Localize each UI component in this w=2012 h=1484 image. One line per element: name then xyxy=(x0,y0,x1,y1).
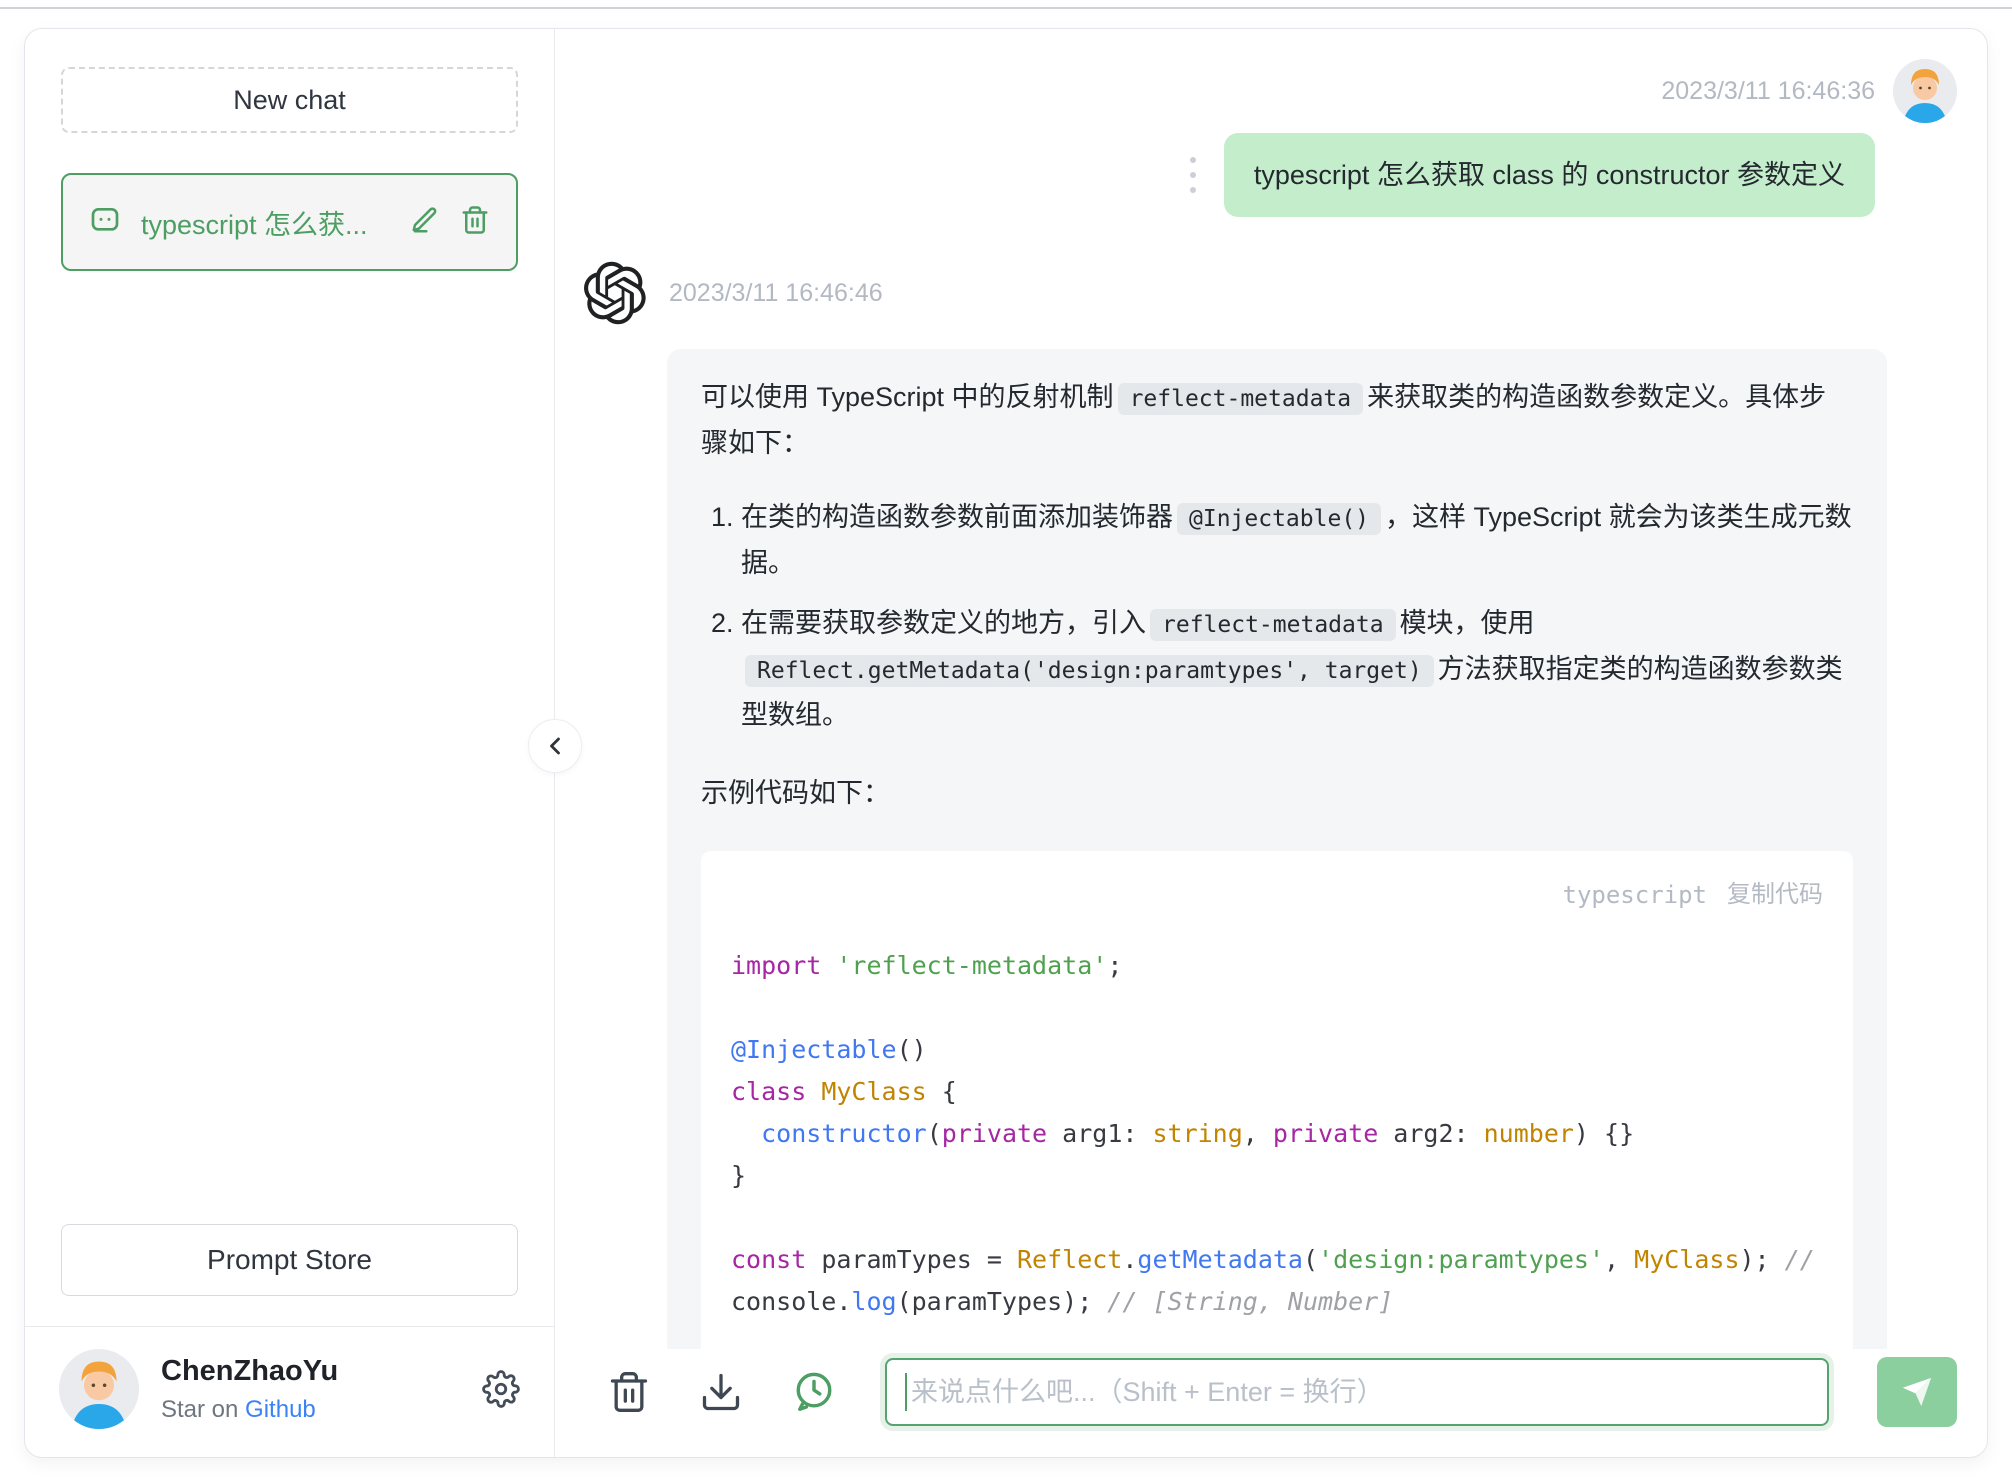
code-line: class MyClass { xyxy=(731,1077,957,1106)
chat-item-title: typescript 怎么获... xyxy=(141,209,368,240)
user-avatar xyxy=(59,1349,139,1429)
example-label: 示例代码如下： xyxy=(701,778,890,808)
code-language-label: typescript xyxy=(1562,881,1708,909)
chat-bubble-icon xyxy=(89,204,121,241)
code-line: const paramTypes = Reflect.getMetadata('… xyxy=(731,1245,1815,1274)
send-button[interactable] xyxy=(1877,1357,1957,1427)
assistant-message: 2023/3/11 16:46:46 可以使用 TypeScript 中的反射机… xyxy=(583,261,1957,1349)
new-chat-label: New chat xyxy=(233,84,346,115)
message-list: 2023/3/11 16:46:36 typescript 怎么获取 class… xyxy=(555,29,1987,1349)
clear-chat-button[interactable] xyxy=(607,1370,651,1414)
edit-icon[interactable] xyxy=(410,205,440,240)
assistant-message-bubble: 可以使用 TypeScript 中的反射机制 reflect-metadata 来获… xyxy=(667,349,1887,1349)
assistant-steps-list: 在类的构造函数参数前面添加装饰器@Injectable()，这样 TypeScr… xyxy=(711,495,1853,737)
message-input-wrap xyxy=(885,1358,1829,1426)
new-chat-button[interactable]: New chat xyxy=(61,67,518,133)
message-options-icon[interactable] xyxy=(1186,153,1200,197)
user-avatar xyxy=(1893,59,1957,123)
sidebar-collapse-handle[interactable] xyxy=(528,719,582,773)
prompt-store-button[interactable]: Prompt Store xyxy=(61,1224,518,1296)
code-content: import 'reflect-metadata'; @Injectable()… xyxy=(731,945,1823,1323)
message-input[interactable] xyxy=(907,1376,1809,1408)
github-link[interactable]: Github xyxy=(245,1396,316,1423)
copy-code-button[interactable]: 复制代码 xyxy=(1727,873,1823,917)
code-line: } xyxy=(731,1161,747,1190)
star-prefix: Star on xyxy=(161,1395,246,1423)
composer-bar xyxy=(555,1349,1987,1457)
openai-logo-icon xyxy=(583,261,647,325)
code-line: constructor(private arg1: string, privat… xyxy=(761,1119,1635,1148)
sidebar-footer: ChenZhaoYu Star on Github xyxy=(25,1326,554,1457)
history-chat-icon xyxy=(796,1372,832,1411)
gear-icon xyxy=(482,1370,520,1408)
chat-main: 2023/3/11 16:46:36 typescript 怎么获取 class… xyxy=(555,29,1987,1457)
user-info: ChenZhaoYu Star on Github xyxy=(161,1355,338,1424)
context-history-button[interactable] xyxy=(791,1369,837,1415)
user-message: 2023/3/11 16:46:36 typescript 怎么获取 class… xyxy=(583,59,1957,217)
user-message-bubble: typescript 怎么获取 class 的 constructor 参数定义 xyxy=(1223,133,1875,217)
code-block: typescript 复制代码 import 'reflect-metadata… xyxy=(701,851,1853,1349)
code-line: console.log(paramTypes); // [String, Num… xyxy=(731,1287,1394,1316)
code-line: @Injectable() xyxy=(731,1035,927,1064)
user-message-meta: 2023/3/11 16:46:36 xyxy=(1661,59,1957,123)
code-block-header: typescript 复制代码 xyxy=(731,873,1824,917)
list-item: 在类的构造函数参数前面添加装饰器@Injectable()，这样 TypeScr… xyxy=(741,495,1853,585)
delete-chat-icon[interactable] xyxy=(460,205,490,240)
user-timestamp: 2023/3/11 16:46:36 xyxy=(1661,76,1875,105)
app-window: New chat typescript 怎么获... Prompt Store … xyxy=(24,28,1988,1458)
paper-plane-icon xyxy=(1902,1377,1932,1407)
chevron-left-icon xyxy=(550,737,560,755)
download-icon xyxy=(702,1373,740,1411)
sidebar-chat-item-active[interactable]: typescript 怎么获... xyxy=(61,173,518,271)
window-top-edge xyxy=(0,7,2012,9)
code-line: import 'reflect-metadata'; xyxy=(731,951,1123,980)
trash-icon xyxy=(610,1372,648,1412)
username: ChenZhaoYu xyxy=(161,1354,339,1387)
list-item: 在需要获取参数定义的地方，引入reflect-metadata模块，使用Refl… xyxy=(741,601,1853,737)
prompt-store-label: Prompt Store xyxy=(207,1244,372,1275)
assistant-message-meta: 2023/3/11 16:46:46 xyxy=(583,261,883,325)
export-button[interactable] xyxy=(699,1370,743,1414)
sidebar: New chat typescript 怎么获... Prompt Store … xyxy=(25,29,555,1457)
assistant-timestamp: 2023/3/11 16:46:46 xyxy=(669,278,883,307)
star-on-github: Star on Github xyxy=(161,1396,338,1424)
settings-button[interactable] xyxy=(482,1370,520,1408)
assistant-intro: 可以使用 TypeScript 中的反射机制 reflect-metadata 来获… xyxy=(701,382,1827,458)
